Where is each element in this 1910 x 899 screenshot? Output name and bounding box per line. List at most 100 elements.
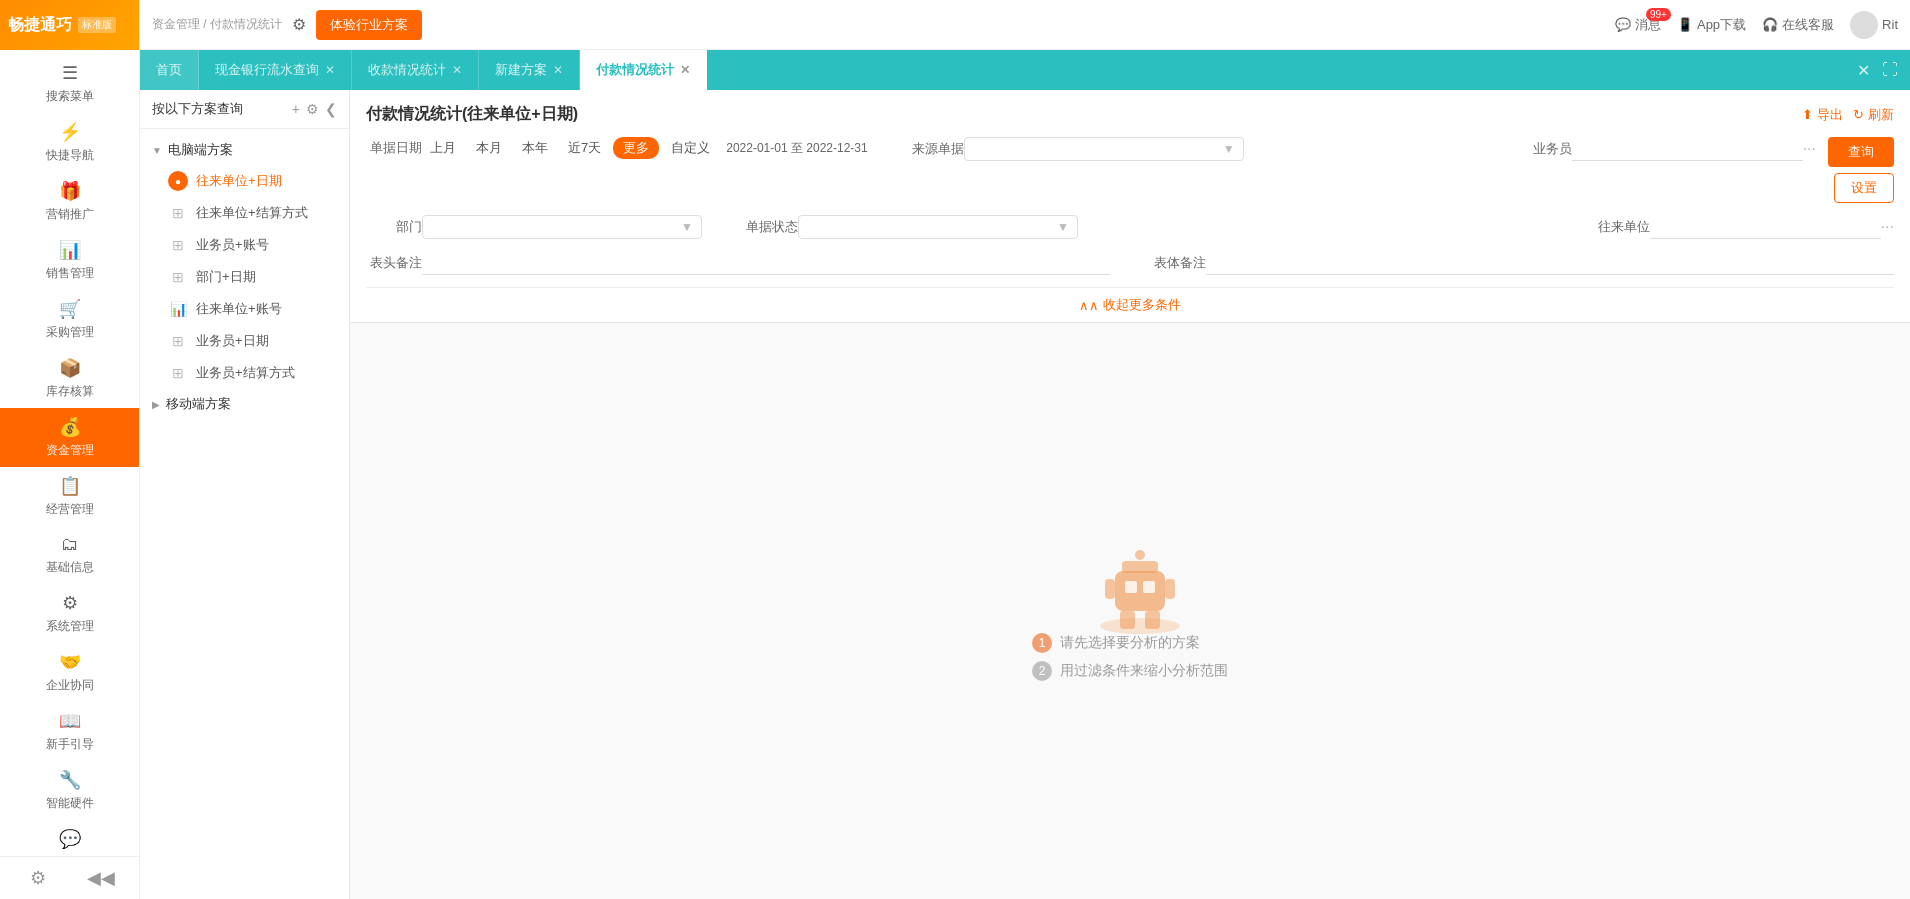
tab-payment-stats-close[interactable]: ✕ bbox=[680, 63, 690, 77]
source-select-box[interactable]: ▼ bbox=[964, 137, 1244, 161]
date-opt-custom[interactable]: 自定义 bbox=[663, 137, 718, 159]
sidebar-item-basic-info[interactable]: 🗂 基础信息 bbox=[0, 526, 139, 584]
sidebar-item-label: 快捷导航 bbox=[46, 147, 94, 164]
refresh-btn[interactable]: ↻ 刷新 bbox=[1853, 106, 1894, 124]
close-all-tabs-btn[interactable]: ✕ bbox=[1857, 61, 1870, 80]
header-note-input[interactable] bbox=[422, 251, 1110, 275]
dept-date-icon: ⊞ bbox=[168, 267, 188, 287]
unit-dots-icon[interactable]: ··· bbox=[1881, 218, 1894, 236]
date-opt-this-month[interactable]: 本月 bbox=[468, 137, 510, 159]
sidebar-item-finance[interactable]: 💰 资金管理 bbox=[0, 408, 139, 467]
date-opt-this-year[interactable]: 本年 bbox=[514, 137, 556, 159]
scheme-item-unit-account[interactable]: 📊 往来单位+账号 bbox=[140, 293, 349, 325]
empty-tip-2: 2 用过滤条件来缩小分析范围 bbox=[1032, 661, 1228, 681]
source-select[interactable]: ▼ bbox=[964, 137, 1244, 161]
dept-select[interactable]: ▼ bbox=[422, 215, 702, 239]
empty-state: 1 请先选择要分析的方案 2 用过滤条件来缩小分析范围 bbox=[1032, 541, 1228, 681]
tab-payment-stats[interactable]: 付款情况统计 ✕ bbox=[580, 50, 707, 90]
scheme-item-staff-date[interactable]: ⊞ 业务员+日期 bbox=[140, 325, 349, 357]
tab-cash-flow[interactable]: 现金银行流水查询 ✕ bbox=[199, 50, 352, 90]
tip-num-1: 1 bbox=[1032, 633, 1052, 653]
pc-group-label: 电脑端方案 bbox=[168, 141, 233, 159]
sidebar-item-system[interactable]: ⚙ 系统管理 bbox=[0, 584, 139, 643]
doc-status-select-box[interactable]: ▼ bbox=[798, 215, 1078, 239]
sidebar-item-sales[interactable]: 📊 销售管理 bbox=[0, 231, 139, 290]
service-label: 在线客服 bbox=[1782, 16, 1834, 34]
tab-receipt-stats-close[interactable]: ✕ bbox=[452, 63, 462, 77]
sidebar-item-marketing[interactable]: 🎁 营销推广 bbox=[0, 172, 139, 231]
search-btn[interactable]: 查询 bbox=[1828, 137, 1894, 167]
chevron-up-icon: ∧∧ bbox=[1079, 298, 1099, 313]
tab-receipt-stats[interactable]: 收款情况统计 ✕ bbox=[352, 50, 479, 90]
sidebar-item-quick-nav[interactable]: ⚡ 快捷导航 bbox=[0, 113, 139, 172]
staff-dots-icon[interactable]: ··· bbox=[1803, 140, 1816, 158]
export-btn[interactable]: ⬆ 导出 bbox=[1802, 106, 1843, 124]
user-avatar bbox=[1850, 11, 1878, 39]
settings-btn[interactable]: 设置 bbox=[1834, 173, 1894, 203]
system-icon: ⚙ bbox=[62, 592, 78, 614]
tab-home[interactable]: 首页 bbox=[140, 50, 199, 90]
unit-input[interactable] bbox=[1650, 215, 1881, 239]
svg-rect-4 bbox=[1105, 579, 1115, 599]
sidebar-item-hardware[interactable]: 🔧 智能硬件 bbox=[0, 761, 139, 820]
enterprise-icon: 🤝 bbox=[59, 651, 81, 673]
quick-nav-icon: ⚡ bbox=[59, 121, 81, 143]
dept-select-box[interactable]: ▼ bbox=[422, 215, 702, 239]
staff-input[interactable] bbox=[1572, 137, 1803, 161]
sidebar-item-operation[interactable]: 📋 经营管理 bbox=[0, 467, 139, 526]
staff-settle-label: 业务员+结算方式 bbox=[196, 364, 295, 382]
sidebar-item-inventory[interactable]: 📦 库存核算 bbox=[0, 349, 139, 408]
dept-arrow-icon: ▼ bbox=[681, 220, 693, 234]
svg-rect-8 bbox=[1122, 561, 1158, 573]
wechat-icon: 💬 bbox=[59, 828, 81, 850]
sidebar-menu: ☰ 搜索菜单 ⚡ 快捷导航 🎁 营销推广 📊 销售管理 🛒 采购管理 📦 库存核… bbox=[0, 50, 139, 856]
sidebar-settings-btn[interactable]: ⚙ bbox=[10, 867, 66, 889]
purchase-icon: 🛒 bbox=[59, 298, 81, 320]
staff-date-icon: ⊞ bbox=[168, 331, 188, 351]
scheme-item-unit-settle[interactable]: ⊞ 往来单位+结算方式 bbox=[140, 197, 349, 229]
tip-num-2: 2 bbox=[1032, 661, 1052, 681]
svg-rect-3 bbox=[1143, 581, 1155, 593]
pc-scheme-group-header[interactable]: ▼ 电脑端方案 bbox=[140, 135, 349, 165]
page-title-bar: 付款情况统计(往来单位+日期) ⬆ 导出 ↻ 刷新 bbox=[366, 104, 1894, 125]
date-opt-7days[interactable]: 近7天 bbox=[560, 137, 609, 159]
tab-new-scheme-close[interactable]: ✕ bbox=[553, 63, 563, 77]
unit-settle-icon: ⊞ bbox=[168, 203, 188, 223]
trial-btn[interactable]: 体验行业方案 bbox=[316, 10, 422, 40]
mobile-scheme-group-header[interactable]: ▶ 移动端方案 bbox=[140, 389, 349, 419]
sidebar-collapse-btn[interactable]: ◀◀ bbox=[74, 867, 130, 889]
sidebar-item-search-menu[interactable]: ☰ 搜索菜单 bbox=[0, 54, 139, 113]
panel-collapse-btn[interactable]: ❮ bbox=[325, 101, 337, 117]
doc-status-arrow-icon: ▼ bbox=[1057, 220, 1069, 234]
sidebar-item-wechat[interactable]: 💬 企业微信 bbox=[0, 820, 139, 856]
app-download-btn[interactable]: 📱 App下载 bbox=[1677, 16, 1746, 34]
collapse-conditions-btn[interactable]: ∧∧ 收起更多条件 bbox=[366, 287, 1894, 322]
scheme-item-staff-account[interactable]: ⊞ 业务员+账号 bbox=[140, 229, 349, 261]
tab-new-scheme[interactable]: 新建方案 ✕ bbox=[479, 50, 580, 90]
topbar-settings-icon[interactable]: ⚙ bbox=[292, 15, 306, 34]
sidebar-item-purchase[interactable]: 🛒 采购管理 bbox=[0, 290, 139, 349]
scheme-item-dept-date[interactable]: ⊞ 部门+日期 bbox=[140, 261, 349, 293]
expand-tabs-btn[interactable]: ⛶ bbox=[1882, 61, 1898, 79]
sidebar-item-guide[interactable]: 📖 新手引导 bbox=[0, 702, 139, 761]
date-opt-last-month[interactable]: 上月 bbox=[422, 137, 464, 159]
body-note-input[interactable] bbox=[1206, 251, 1894, 275]
scheme-item-unit-date[interactable]: ● 往来单位+日期 bbox=[140, 165, 349, 197]
svg-rect-2 bbox=[1125, 581, 1137, 593]
user-avatar-btn[interactable]: Rit bbox=[1850, 11, 1898, 39]
notification-btn[interactable]: 💬 消息 99+ bbox=[1615, 16, 1661, 34]
tab-cash-flow-close[interactable]: ✕ bbox=[325, 63, 335, 77]
doc-status-select[interactable]: ▼ bbox=[798, 215, 1078, 239]
add-scheme-btn[interactable]: + bbox=[292, 101, 300, 117]
tab-new-scheme-label: 新建方案 bbox=[495, 61, 547, 79]
unit-settle-label: 往来单位+结算方式 bbox=[196, 204, 308, 222]
date-opt-more[interactable]: 更多 bbox=[613, 137, 659, 159]
unit-date-label: 往来单位+日期 bbox=[196, 172, 282, 190]
scheme-item-staff-settle[interactable]: ⊞ 业务员+结算方式 bbox=[140, 357, 349, 389]
online-service-btn[interactable]: 🎧 在线客服 bbox=[1762, 16, 1834, 34]
sidebar-item-enterprise[interactable]: 🤝 企业协同 bbox=[0, 643, 139, 702]
scheme-settings-btn[interactable]: ⚙ bbox=[306, 101, 319, 117]
topbar-right: 💬 消息 99+ 📱 App下载 🎧 在线客服 Rit bbox=[1615, 11, 1898, 39]
sidebar-logo: 畅捷通巧 bbox=[8, 15, 72, 36]
tab-payment-stats-label: 付款情况统计 bbox=[596, 61, 674, 79]
